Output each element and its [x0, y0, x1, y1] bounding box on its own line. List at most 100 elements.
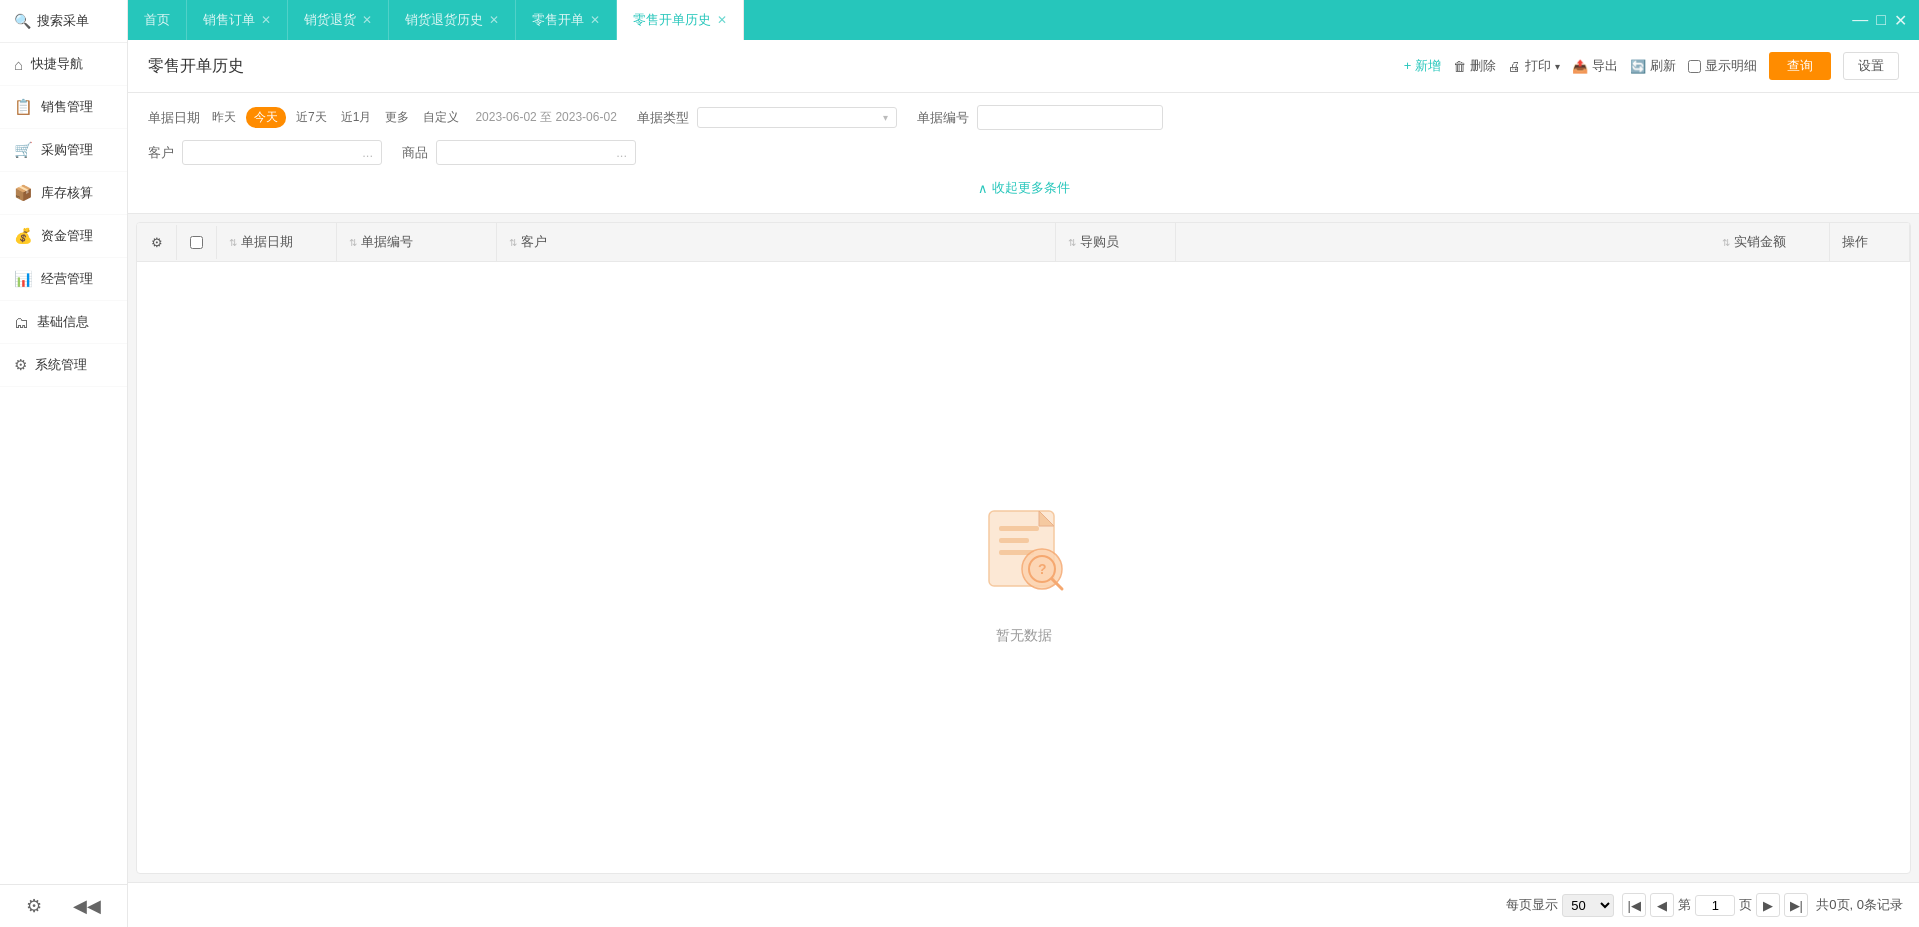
sidebar-item-basic-info[interactable]: 🗂 基础信息 [0, 301, 127, 344]
svg-text:?: ? [1038, 561, 1047, 577]
total-info: 共0页, 0条记录 [1816, 896, 1903, 914]
show-detail-toggle[interactable]: 显示明细 [1688, 57, 1757, 75]
empty-state: ? 暂无数据 [137, 262, 1910, 873]
th-guide[interactable]: ⇅ 导购员 [1056, 223, 1176, 261]
system-icon: ⚙ [14, 356, 27, 374]
th-bill-no[interactable]: ⇅ 单据编号 [337, 223, 497, 261]
sidebar-item-sales-mgmt[interactable]: 📋 销售管理 [0, 86, 127, 129]
tab-sales-order-label: 销售订单 [203, 11, 255, 29]
first-page-button[interactable]: |◀ [1622, 893, 1646, 917]
th-bill-no-label: 单据编号 [361, 233, 413, 251]
tab-home-label: 首页 [144, 11, 170, 29]
refresh-button[interactable]: 🔄 刷新 [1630, 57, 1676, 75]
sidebar-footer: ⚙ ◀◀ [0, 884, 127, 927]
close-icon[interactable]: ✕ [261, 13, 271, 27]
collapse-button[interactable]: ∧ 收起更多条件 [148, 175, 1899, 201]
refresh-icon: 🔄 [1630, 59, 1646, 74]
sidebar-item-finance[interactable]: 💰 资金管理 [0, 215, 127, 258]
sort-icon: ⇅ [229, 237, 237, 248]
empty-illustration: ? [964, 491, 1084, 611]
sidebar-item-quick-nav[interactable]: ⌂ 快捷导航 [0, 43, 127, 86]
tab-retail-open-history[interactable]: 零售开单历史 ✕ [617, 0, 744, 40]
goods-select[interactable]: ... [436, 140, 636, 165]
sort-icon: ⇅ [1722, 237, 1730, 248]
shortcut-1month[interactable]: 近1月 [337, 107, 376, 128]
per-page-selector: 每页显示 50 10 20 100 [1506, 894, 1614, 917]
th-settings[interactable]: ⚙ [137, 225, 177, 260]
th-customer[interactable]: ⇅ 客户 [497, 223, 1056, 261]
dropdown-icon: ▾ [883, 112, 888, 123]
th-amount-label: 实销金额 [1734, 233, 1786, 251]
content-area: 零售开单历史 + 新增 🗑 删除 🖨 打印 ▾ 📤 导出 [128, 40, 1919, 927]
per-page-select[interactable]: 50 10 20 100 [1562, 894, 1614, 917]
purchase-icon: 🛒 [14, 141, 33, 159]
page-title: 零售开单历史 [148, 56, 244, 77]
th-amount[interactable]: ⇅ 实销金额 [1710, 223, 1830, 261]
show-detail-checkbox[interactable] [1688, 60, 1701, 73]
th-date-label: 单据日期 [241, 233, 293, 251]
bill-type-label: 单据类型 [637, 109, 689, 127]
export-icon: 📤 [1572, 59, 1588, 74]
tab-bar: 首页 销售订单 ✕ 销货退货 ✕ 销货退货历史 ✕ 零售开单 ✕ 零售开单历史 … [128, 0, 1919, 40]
sidebar-item-operations[interactable]: 📊 经营管理 [0, 258, 127, 301]
refresh-button-label: 刷新 [1650, 57, 1676, 75]
sidebar-item-label: 快捷导航 [31, 55, 83, 73]
finance-icon: 💰 [14, 227, 33, 245]
print-button[interactable]: 🖨 打印 ▾ [1508, 57, 1560, 75]
sidebar-item-system-mgmt[interactable]: ⚙ 系统管理 [0, 344, 127, 387]
customer-label: 客户 [148, 144, 174, 162]
sidebar-item-label: 系统管理 [35, 356, 87, 374]
tab-retail-open[interactable]: 零售开单 ✕ [516, 0, 617, 40]
print-button-label: 打印 [1525, 57, 1551, 75]
export-button[interactable]: 📤 导出 [1572, 57, 1618, 75]
th-action-label: 操作 [1842, 233, 1868, 251]
prev-page-button[interactable]: ◀ [1650, 893, 1674, 917]
page-number-input[interactable] [1695, 895, 1735, 916]
tab-sales-return[interactable]: 销货退货 ✕ [288, 0, 389, 40]
close-window-button[interactable]: ✕ [1894, 11, 1907, 30]
close-icon[interactable]: ✕ [489, 13, 499, 27]
close-icon[interactable]: ✕ [362, 13, 372, 27]
sidebar-item-label: 资金管理 [41, 227, 93, 245]
date-shortcuts: 昨天 今天 近7天 近1月 更多 自定义 [208, 107, 463, 128]
th-checkbox[interactable] [177, 226, 217, 259]
sort-icon: ⇅ [509, 237, 517, 248]
bill-type-select[interactable]: ▾ [697, 107, 897, 128]
trash-icon: 🗑 [1453, 59, 1466, 74]
maximize-button[interactable]: □ [1876, 11, 1886, 29]
sidebar-search[interactable]: 🔍 搜索采单 [0, 0, 127, 43]
minimize-button[interactable]: — [1852, 11, 1868, 29]
sidebar-search-label: 搜索采单 [37, 12, 89, 30]
delete-button-label: 删除 [1470, 57, 1496, 75]
sidebar-item-purchase-mgmt[interactable]: 🛒 采购管理 [0, 129, 127, 172]
close-icon[interactable]: ✕ [717, 13, 727, 27]
collapse-label: 收起更多条件 [992, 179, 1070, 197]
select-all-checkbox[interactable] [190, 236, 203, 249]
tab-sales-return-history[interactable]: 销货退货历史 ✕ [389, 0, 516, 40]
shortcut-today[interactable]: 今天 [246, 107, 286, 128]
th-date[interactable]: ⇅ 单据日期 [217, 223, 337, 261]
bill-no-input[interactable] [977, 105, 1163, 130]
next-page-button[interactable]: ▶ [1756, 893, 1780, 917]
shortcut-custom[interactable]: 自定义 [419, 107, 463, 128]
setting-button[interactable]: 设置 [1843, 52, 1899, 80]
sidebar: 🔍 搜索采单 ⌂ 快捷导航 📋 销售管理 🛒 采购管理 📦 库存核算 💰 资金管… [0, 0, 128, 927]
customer-select[interactable]: ... [182, 140, 382, 165]
last-page-button[interactable]: ▶| [1784, 893, 1808, 917]
collapse-icon[interactable]: ◀◀ [73, 895, 101, 917]
tab-home[interactable]: 首页 [128, 0, 187, 40]
tab-sales-return-label: 销货退货 [304, 11, 356, 29]
delete-button[interactable]: 🗑 删除 [1453, 57, 1496, 75]
tab-sales-order[interactable]: 销售订单 ✕ [187, 0, 288, 40]
query-button[interactable]: 查询 [1769, 52, 1831, 80]
shortcut-yesterday[interactable]: 昨天 [208, 107, 240, 128]
sidebar-item-label: 库存核算 [41, 184, 93, 202]
shortcut-7days[interactable]: 近7天 [292, 107, 331, 128]
shortcut-more[interactable]: 更多 [381, 107, 413, 128]
date-label: 单据日期 [148, 109, 200, 127]
sidebar-item-inventory[interactable]: 📦 库存核算 [0, 172, 127, 215]
settings-icon[interactable]: ⚙ [26, 895, 42, 917]
bill-no-label: 单据编号 [917, 109, 969, 127]
add-button[interactable]: + 新增 [1404, 57, 1441, 75]
close-icon[interactable]: ✕ [590, 13, 600, 27]
